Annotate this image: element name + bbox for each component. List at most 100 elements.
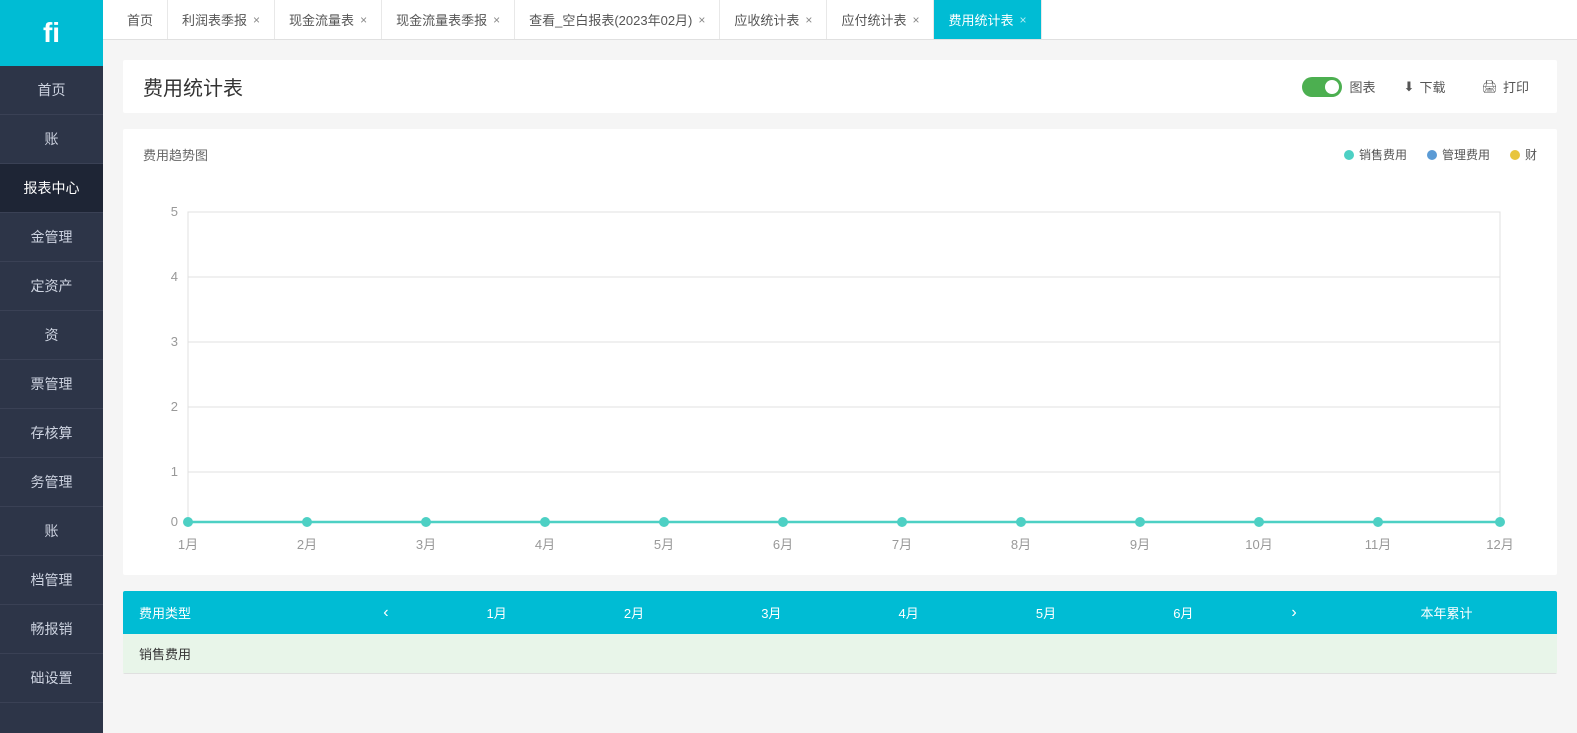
chart-header: 费用趋势图 销售费用 管理费用 财 — [143, 145, 1537, 164]
tab-profit[interactable]: 利润表季报 × — [168, 0, 275, 40]
sidebar-item-account[interactable]: 账 — [0, 115, 103, 164]
col-header-type: 费用类型 — [123, 591, 344, 634]
page-header: 费用统计表 图表 ⬇ 下载 🖨 打印 — [123, 60, 1557, 113]
sidebar-item-archive[interactable]: 档管理 — [0, 556, 103, 605]
svg-text:10月: 10月 — [1245, 537, 1272, 552]
sidebar-item-settings[interactable]: 础设置 — [0, 654, 103, 703]
tab-close-profit[interactable]: × — [253, 13, 260, 27]
download-icon: ⬇ — [1404, 79, 1415, 95]
download-button[interactable]: ⬇ 下载 — [1396, 73, 1454, 100]
legend-dot-mgmt — [1427, 150, 1437, 160]
chart-legend: 销售费用 管理费用 财 — [1344, 146, 1537, 163]
print-label: 打印 — [1503, 77, 1529, 96]
svg-text:6月: 6月 — [773, 537, 793, 552]
legend-dot-sales — [1344, 150, 1354, 160]
tab-cashflow[interactable]: 现金流量表 × — [275, 0, 382, 40]
svg-text:12月: 12月 — [1486, 537, 1513, 552]
legend-dot-finance — [1510, 150, 1520, 160]
col-header-m5: 5月 — [977, 591, 1114, 634]
sidebar-item-fixed-assets[interactable]: 定资产 — [0, 262, 103, 311]
sidebar-item-expense[interactable]: 畅报销 — [0, 605, 103, 654]
legend-finance: 财 — [1510, 146, 1537, 163]
legend-label-finance: 财 — [1525, 146, 1537, 163]
sidebar-item-finance[interactable]: 金管理 — [0, 213, 103, 262]
cell-sales-m6 — [977, 634, 1114, 674]
chart-toggle[interactable] — [1302, 77, 1342, 97]
data-table-wrap: 费用类型 ‹ 1月 2月 3月 4月 5月 6月 › 本年累计 销售费用 — [123, 591, 1557, 674]
toggle-wrap: 图表 — [1302, 77, 1376, 97]
cell-sales-m2 — [428, 634, 565, 674]
cell-sales-m5 — [840, 634, 977, 674]
sidebar-item-ledger[interactable]: 账 — [0, 507, 103, 556]
main-area: 首页 利润表季报 × 现金流量表 × 现金流量表季报 × 查看_空白报表(202… — [103, 0, 1577, 733]
svg-text:9月: 9月 — [1130, 537, 1150, 552]
svg-text:11月: 11月 — [1365, 537, 1392, 552]
svg-text:0: 0 — [171, 514, 178, 529]
svg-text:5: 5 — [171, 204, 178, 219]
svg-text:3月: 3月 — [416, 537, 436, 552]
tab-expense[interactable]: 费用统计表 × — [934, 0, 1041, 40]
col-header-m3: 3月 — [703, 591, 840, 634]
print-button[interactable]: 🖨 打印 — [1473, 73, 1537, 100]
svg-text:7月: 7月 — [892, 537, 912, 552]
tab-cashflow-q[interactable]: 现金流量表季报 × — [382, 0, 515, 40]
tab-payable[interactable]: 应付统计表 × — [827, 0, 934, 40]
tab-close-blank[interactable]: × — [698, 13, 705, 27]
toggle-label: 图表 — [1350, 77, 1376, 96]
legend-sales: 销售费用 — [1344, 146, 1407, 163]
cell-sales-m1 — [344, 634, 428, 674]
sidebar-item-report-center[interactable]: 报表中心 — [0, 164, 103, 213]
svg-text:8月: 8月 — [1011, 537, 1031, 552]
svg-text:4: 4 — [171, 269, 178, 284]
sidebar-item-bill[interactable]: 票管理 — [0, 360, 103, 409]
tab-close-receivable[interactable]: × — [805, 13, 812, 27]
tab-close-expense[interactable]: × — [1019, 13, 1026, 27]
tab-home[interactable]: 首页 — [113, 0, 168, 40]
col-header-m2: 2月 — [565, 591, 702, 634]
chart-svg: 5 4 3 2 1 0 — [143, 174, 1537, 554]
col-header-m6: 6月 — [1115, 591, 1252, 634]
legend-mgmt: 管理费用 — [1427, 146, 1490, 163]
sidebar-item-service[interactable]: 务管理 — [0, 458, 103, 507]
nav-prev-button[interactable]: ‹ — [344, 591, 428, 634]
table-row-sales: 销售费用 — [123, 634, 1557, 674]
svg-text:1: 1 — [171, 464, 178, 479]
svg-text:4月: 4月 — [535, 537, 555, 552]
svg-text:5月: 5月 — [654, 537, 674, 552]
sidebar-item-home[interactable]: 首页 — [0, 66, 103, 115]
chart-title: 费用趋势图 — [143, 145, 208, 164]
tab-close-payable[interactable]: × — [912, 13, 919, 27]
print-icon: 🖨 — [1481, 79, 1498, 95]
header-actions: 图表 ⬇ 下载 🖨 打印 — [1302, 73, 1537, 100]
sidebar-item-inventory[interactable]: 存核算 — [0, 409, 103, 458]
svg-text:2: 2 — [171, 399, 178, 414]
tab-bar: 首页 利润表季报 × 现金流量表 × 现金流量表季报 × 查看_空白报表(202… — [103, 0, 1577, 40]
sidebar-logo: fi — [0, 0, 103, 66]
cell-sales-m4 — [703, 634, 840, 674]
nav-next-button[interactable]: › — [1252, 591, 1336, 634]
cell-sales-m6b — [1115, 634, 1252, 674]
chart-svg-wrap: 5 4 3 2 1 0 — [143, 174, 1537, 559]
tab-receivable[interactable]: 应收统计表 × — [720, 0, 827, 40]
svg-text:1月: 1月 — [178, 537, 198, 552]
col-header-ytd: 本年累计 — [1336, 591, 1557, 634]
col-header-m4: 4月 — [840, 591, 977, 634]
sidebar-item-capital[interactable]: 资 — [0, 311, 103, 360]
svg-text:3: 3 — [171, 334, 178, 349]
data-table: 费用类型 ‹ 1月 2月 3月 4月 5月 6月 › 本年累计 销售费用 — [123, 591, 1557, 674]
tab-blank[interactable]: 查看_空白报表(2023年02月) × — [515, 0, 720, 40]
col-header-m1: 1月 — [428, 591, 565, 634]
chart-container: 费用趋势图 销售费用 管理费用 财 — [123, 129, 1557, 575]
cell-sales-ytd — [1336, 634, 1557, 674]
legend-label-mgmt: 管理费用 — [1442, 146, 1490, 163]
tab-close-cashflow-q[interactable]: × — [493, 13, 500, 27]
legend-label-sales: 销售费用 — [1359, 146, 1407, 163]
svg-text:2月: 2月 — [297, 537, 317, 552]
sidebar: fi 首页 账 报表中心 金管理 定资产 资 票管理 存核算 务管理 账 档管理… — [0, 0, 103, 733]
page-title: 费用统计表 — [143, 72, 243, 101]
tab-close-cashflow[interactable]: × — [360, 13, 367, 27]
cell-sales-m3 — [565, 634, 702, 674]
download-label: 下载 — [1419, 77, 1445, 96]
cell-sales-nav — [1252, 634, 1336, 674]
cell-type-sales: 销售费用 — [123, 634, 344, 674]
